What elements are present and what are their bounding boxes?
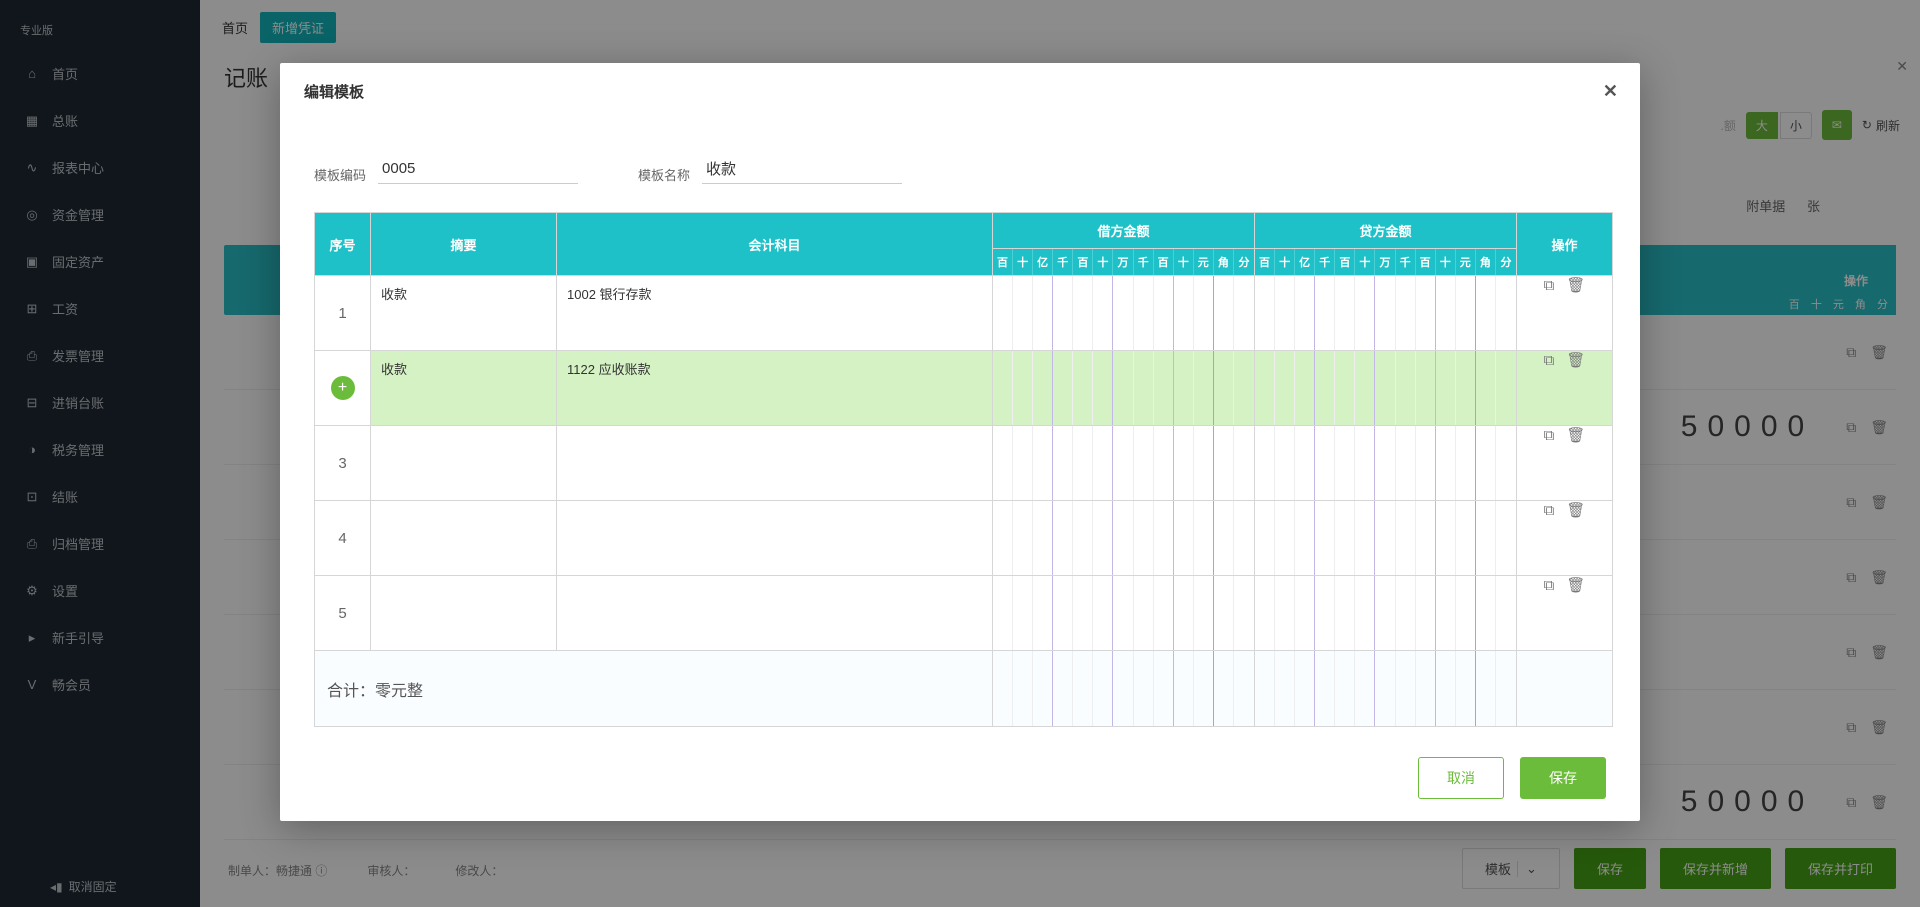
delete-icon[interactable]: 🗑	[1566, 501, 1585, 519]
col-acct: 会计科目	[557, 213, 993, 276]
cancel-button[interactable]: 取消	[1418, 757, 1504, 799]
row-credit[interactable]	[1255, 426, 1517, 501]
row-acct[interactable]: 1002 银行存款	[557, 276, 993, 351]
row-desc[interactable]	[371, 576, 557, 651]
row-acct[interactable]	[557, 426, 993, 501]
row-desc[interactable]: 收款	[371, 351, 557, 426]
col-desc: 摘要	[371, 213, 557, 276]
row-idx: 1	[315, 276, 371, 351]
template-code-field: 模板编码	[314, 154, 578, 184]
delete-icon[interactable]: 🗑	[1566, 426, 1585, 444]
table-row[interactable]: 4⧉🗑	[315, 501, 1613, 576]
row-acct[interactable]: 1122 应收账款	[557, 351, 993, 426]
row-debit[interactable]	[993, 276, 1255, 351]
delete-icon[interactable]: 🗑	[1566, 351, 1585, 369]
row-credit[interactable]	[1255, 576, 1517, 651]
copy-icon[interactable]: ⧉	[1544, 352, 1555, 369]
row-acct[interactable]	[557, 576, 993, 651]
add-row-icon[interactable]: +	[331, 376, 355, 400]
delete-icon[interactable]: 🗑	[1566, 276, 1585, 294]
row-debit[interactable]	[993, 501, 1255, 576]
col-credit: 贷方金额	[1255, 213, 1517, 249]
row-acct[interactable]	[557, 501, 993, 576]
row-ops: ⧉🗑	[1517, 576, 1613, 651]
copy-icon[interactable]: ⧉	[1544, 277, 1555, 294]
row-credit[interactable]	[1255, 351, 1517, 426]
row-ops: ⧉🗑	[1517, 501, 1613, 576]
sum-row: 合计：零元整	[315, 651, 1613, 727]
template-name-field: 模板名称	[638, 154, 902, 184]
table-row[interactable]: 3⧉🗑	[315, 426, 1613, 501]
save-button[interactable]: 保存	[1520, 757, 1606, 799]
template-name-input[interactable]	[702, 154, 902, 184]
row-debit[interactable]	[993, 351, 1255, 426]
template-table: 序号 摘要 会计科目 借方金额 贷方金额 操作 百十亿千百十万千百十元角分 百十…	[314, 212, 1613, 727]
table-row[interactable]: 5⧉🗑	[315, 576, 1613, 651]
row-credit[interactable]	[1255, 276, 1517, 351]
row-credit[interactable]	[1255, 501, 1517, 576]
row-ops: ⧉🗑	[1517, 351, 1613, 426]
col-idx: 序号	[315, 213, 371, 276]
row-debit[interactable]	[993, 426, 1255, 501]
edit-template-modal: 编辑模板 ✕ 模板编码 模板名称 序号 摘要 会计科目 借方金额 贷方金额	[280, 63, 1640, 821]
row-desc[interactable]	[371, 426, 557, 501]
row-debit[interactable]	[993, 576, 1255, 651]
row-ops: ⧉🗑	[1517, 276, 1613, 351]
template-code-input[interactable]	[378, 154, 578, 184]
table-row[interactable]: 1收款1002 银行存款⧉🗑	[315, 276, 1613, 351]
col-ops: 操作	[1517, 213, 1613, 276]
row-idx: 4	[315, 501, 371, 576]
copy-icon[interactable]: ⧉	[1544, 502, 1555, 519]
col-debit: 借方金额	[993, 213, 1255, 249]
table-row[interactable]: +收款1122 应收账款⧉🗑	[315, 351, 1613, 426]
row-idx: 5	[315, 576, 371, 651]
row-desc[interactable]: 收款	[371, 276, 557, 351]
row-idx: +	[315, 351, 371, 426]
copy-icon[interactable]: ⧉	[1544, 427, 1555, 444]
row-ops: ⧉🗑	[1517, 426, 1613, 501]
modal-footer: 取消 保存	[280, 741, 1640, 821]
close-icon[interactable]: ✕	[1603, 81, 1618, 102]
row-idx: 3	[315, 426, 371, 501]
copy-icon[interactable]: ⧉	[1544, 577, 1555, 594]
modal-title: 编辑模板 ✕	[280, 63, 1640, 120]
row-desc[interactable]	[371, 501, 557, 576]
delete-icon[interactable]: 🗑	[1566, 576, 1585, 594]
